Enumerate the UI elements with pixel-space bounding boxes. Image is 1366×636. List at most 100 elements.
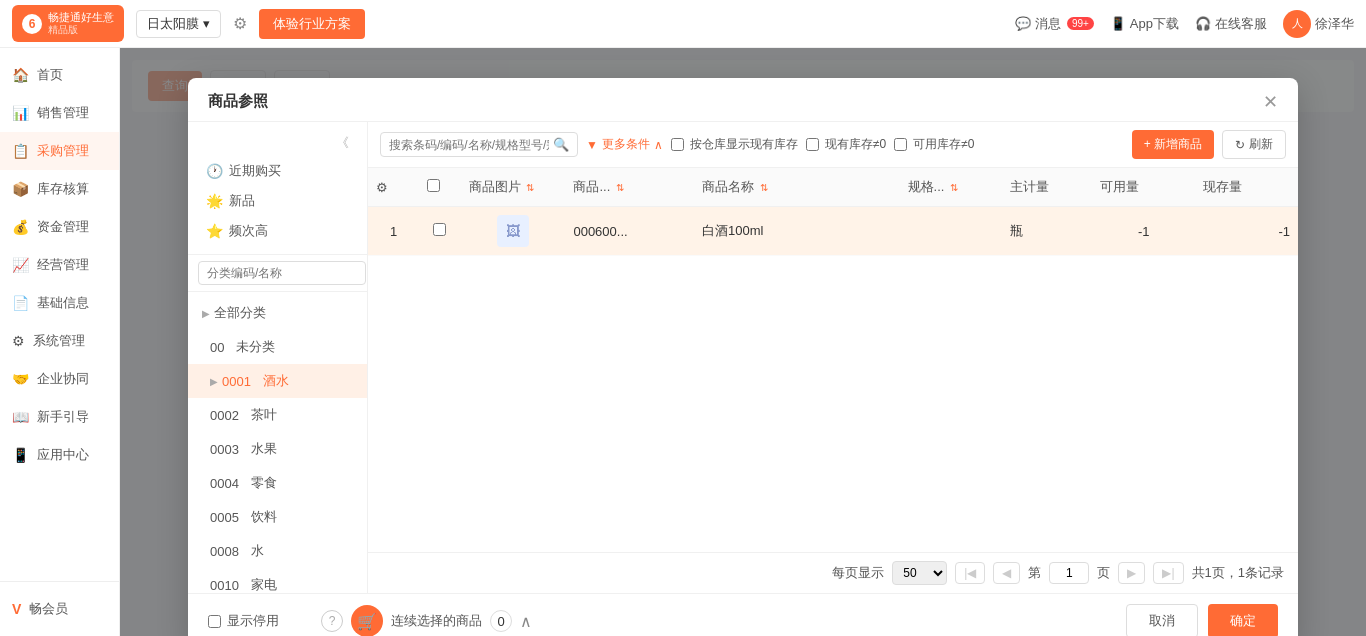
- logo-area[interactable]: 6 畅捷通好生意 精品版: [12, 5, 124, 42]
- settings-col-icon[interactable]: ⚙: [376, 180, 388, 195]
- cat-uncategorized[interactable]: 00 未分类: [188, 330, 367, 364]
- th-check: [419, 168, 460, 207]
- add-product-btn[interactable]: + 新增商品: [1132, 130, 1214, 159]
- settings-icon[interactable]: ⚙: [233, 14, 247, 33]
- cancel-btn[interactable]: 取消: [1126, 604, 1198, 636]
- sort-spec-icon[interactable]: ⇅: [950, 182, 958, 193]
- top-nav: 6 畅捷通好生意 精品版 日太阳膜 ▾ ⚙ 体验行业方案 💬 消息 99+ 📱 …: [0, 0, 1366, 48]
- finance-icon: 💰: [12, 219, 29, 235]
- filter-more-btn[interactable]: ▼ 更多条件 ∧: [586, 136, 663, 153]
- th-settings: ⚙: [368, 168, 419, 207]
- sidebar-item-sales[interactable]: 📊 销售管理: [0, 94, 119, 132]
- chevron-up-icon: ∧: [654, 138, 663, 152]
- table-row[interactable]: 1 🖼: [368, 207, 1298, 256]
- show-disabled-area: 显示停用: [208, 612, 279, 630]
- experience-btn[interactable]: 体验行业方案: [259, 9, 365, 39]
- page-suffix: 页: [1097, 564, 1110, 582]
- next-page-btn[interactable]: ▶: [1118, 562, 1145, 584]
- page-input[interactable]: [1049, 562, 1089, 584]
- cell-img: 🖼: [461, 207, 566, 256]
- sort-name-icon[interactable]: ⇅: [760, 182, 768, 193]
- sidebar-item-operations[interactable]: 📈 经营管理: [0, 246, 119, 284]
- expand-icon: ▶: [202, 308, 210, 319]
- basic-info-icon: 📄: [12, 295, 29, 311]
- last-page-btn[interactable]: ▶|: [1153, 562, 1183, 584]
- cat-water[interactable]: 0008 水: [188, 534, 367, 568]
- cat-appliance[interactable]: 0010 家电: [188, 568, 367, 593]
- cat-all[interactable]: ▶ 全部分类: [188, 296, 367, 330]
- modal-overlay: 商品参照 ✕ 《 🕐 近期购买 🌟: [120, 48, 1366, 636]
- store-selector[interactable]: 日太阳膜 ▾: [136, 10, 221, 38]
- select-all-checkbox[interactable]: [427, 179, 440, 192]
- product-search-box: 🔍: [380, 132, 578, 157]
- refresh-product-btn[interactable]: ↻ 刷新: [1222, 130, 1286, 159]
- cat-liquor[interactable]: ▶ 0001 酒水: [188, 364, 367, 398]
- cell-spec: [900, 207, 1003, 256]
- online-service-btn[interactable]: 🎧 在线客服: [1195, 15, 1267, 33]
- sidebar-item-inventory[interactable]: 📦 库存核算: [0, 170, 119, 208]
- modal-header: 商品参照 ✕: [188, 78, 1298, 122]
- cat-fruit[interactable]: 0003 水果: [188, 432, 367, 466]
- headset-icon: 🎧: [1195, 16, 1211, 31]
- sidebar-item-apps[interactable]: 📱 应用中心: [0, 436, 119, 474]
- first-page-btn[interactable]: |◀: [955, 562, 985, 584]
- cell-stock: -1: [1195, 207, 1298, 256]
- sort-code-icon[interactable]: ⇅: [616, 182, 624, 193]
- page-size-select[interactable]: 50 10 20 100: [892, 561, 947, 585]
- sidebar-item-enterprise[interactable]: 🤝 企业协同: [0, 360, 119, 398]
- sidebar-item-guide[interactable]: 📖 新手引导: [0, 398, 119, 436]
- img-icon: 🖼: [506, 223, 520, 239]
- sort-img-icon[interactable]: ⇅: [526, 182, 534, 193]
- product-search-input[interactable]: [389, 138, 549, 152]
- refresh-icon: ↻: [1235, 138, 1245, 152]
- warehouse-checkbox[interactable]: [671, 138, 684, 151]
- member-icon: V: [12, 601, 21, 617]
- sidebar: 🏠 首页 📊 销售管理 📋 采购管理 📦 库存核算 💰 资金管理 📈 经营管理 …: [0, 48, 120, 636]
- cell-num: 1: [368, 207, 419, 256]
- sidebar-item-basic-info[interactable]: 📄 基础信息: [0, 284, 119, 322]
- user-area[interactable]: 人 徐泽华: [1283, 10, 1354, 38]
- th-code: 商品... ⇅: [565, 168, 694, 207]
- apps-icon: 📱: [12, 447, 29, 463]
- purchase-icon: 📋: [12, 143, 29, 159]
- confirm-btn[interactable]: 确定: [1208, 604, 1278, 636]
- sidebar-item-member[interactable]: V 畅会员: [0, 590, 119, 628]
- active-expand-icon: ▶: [210, 376, 218, 387]
- quick-frequent[interactable]: ⭐ 频次高: [198, 216, 357, 246]
- enterprise-icon: 🤝: [12, 371, 29, 387]
- th-name: 商品名称 ⇅: [694, 168, 900, 207]
- cart-btn[interactable]: 🛒: [351, 605, 383, 636]
- th-stock: 现存量: [1195, 168, 1298, 207]
- cat-tea[interactable]: 0002 茶叶: [188, 398, 367, 432]
- cart-area: ? 🛒 连续选择的商品 0 ∧: [321, 605, 532, 636]
- sidebar-item-finance[interactable]: 💰 资金管理: [0, 208, 119, 246]
- show-disabled-checkbox[interactable]: [208, 615, 221, 628]
- cell-avail: -1: [1092, 207, 1195, 256]
- app-download-btn[interactable]: 📱 App下载: [1110, 15, 1179, 33]
- th-avail: 可用量: [1092, 168, 1195, 207]
- cart-badge: 🛒: [351, 605, 383, 636]
- close-icon[interactable]: ✕: [1263, 93, 1278, 111]
- product-panel: 🔍 ▼ 更多条件 ∧ 按仓库显示现有库存: [368, 122, 1298, 593]
- sidebar-item-purchase[interactable]: 📋 采购管理: [0, 132, 119, 170]
- product-thumbnail: 🖼: [497, 215, 529, 247]
- prev-page-btn[interactable]: ◀: [993, 562, 1020, 584]
- sidebar-item-system[interactable]: ⚙ 系统管理: [0, 322, 119, 360]
- quick-new[interactable]: 🌟 新品: [198, 186, 357, 216]
- th-spec: 规格... ⇅: [900, 168, 1003, 207]
- avail-not-zero-checkbox[interactable]: [894, 138, 907, 151]
- message-btn[interactable]: 💬 消息 99+: [1015, 15, 1094, 33]
- cat-drink[interactable]: 0005 饮料: [188, 500, 367, 534]
- sidebar-item-home[interactable]: 🏠 首页: [0, 56, 119, 94]
- footer-buttons: 取消 确定: [1126, 604, 1278, 636]
- cat-snack[interactable]: 0004 零食: [188, 466, 367, 500]
- help-icon[interactable]: ?: [321, 610, 343, 632]
- product-table: ⚙ 商品图片 ⇅: [368, 168, 1298, 256]
- collapse-selected-btn[interactable]: ∧: [520, 612, 532, 631]
- search-icon[interactable]: 🔍: [553, 137, 569, 152]
- row-checkbox[interactable]: [433, 223, 446, 236]
- stock-not-zero-checkbox[interactable]: [806, 138, 819, 151]
- quick-recent[interactable]: 🕐 近期购买: [198, 156, 357, 186]
- collapse-cat-btn[interactable]: 《: [198, 130, 357, 156]
- category-search-input[interactable]: [198, 261, 366, 285]
